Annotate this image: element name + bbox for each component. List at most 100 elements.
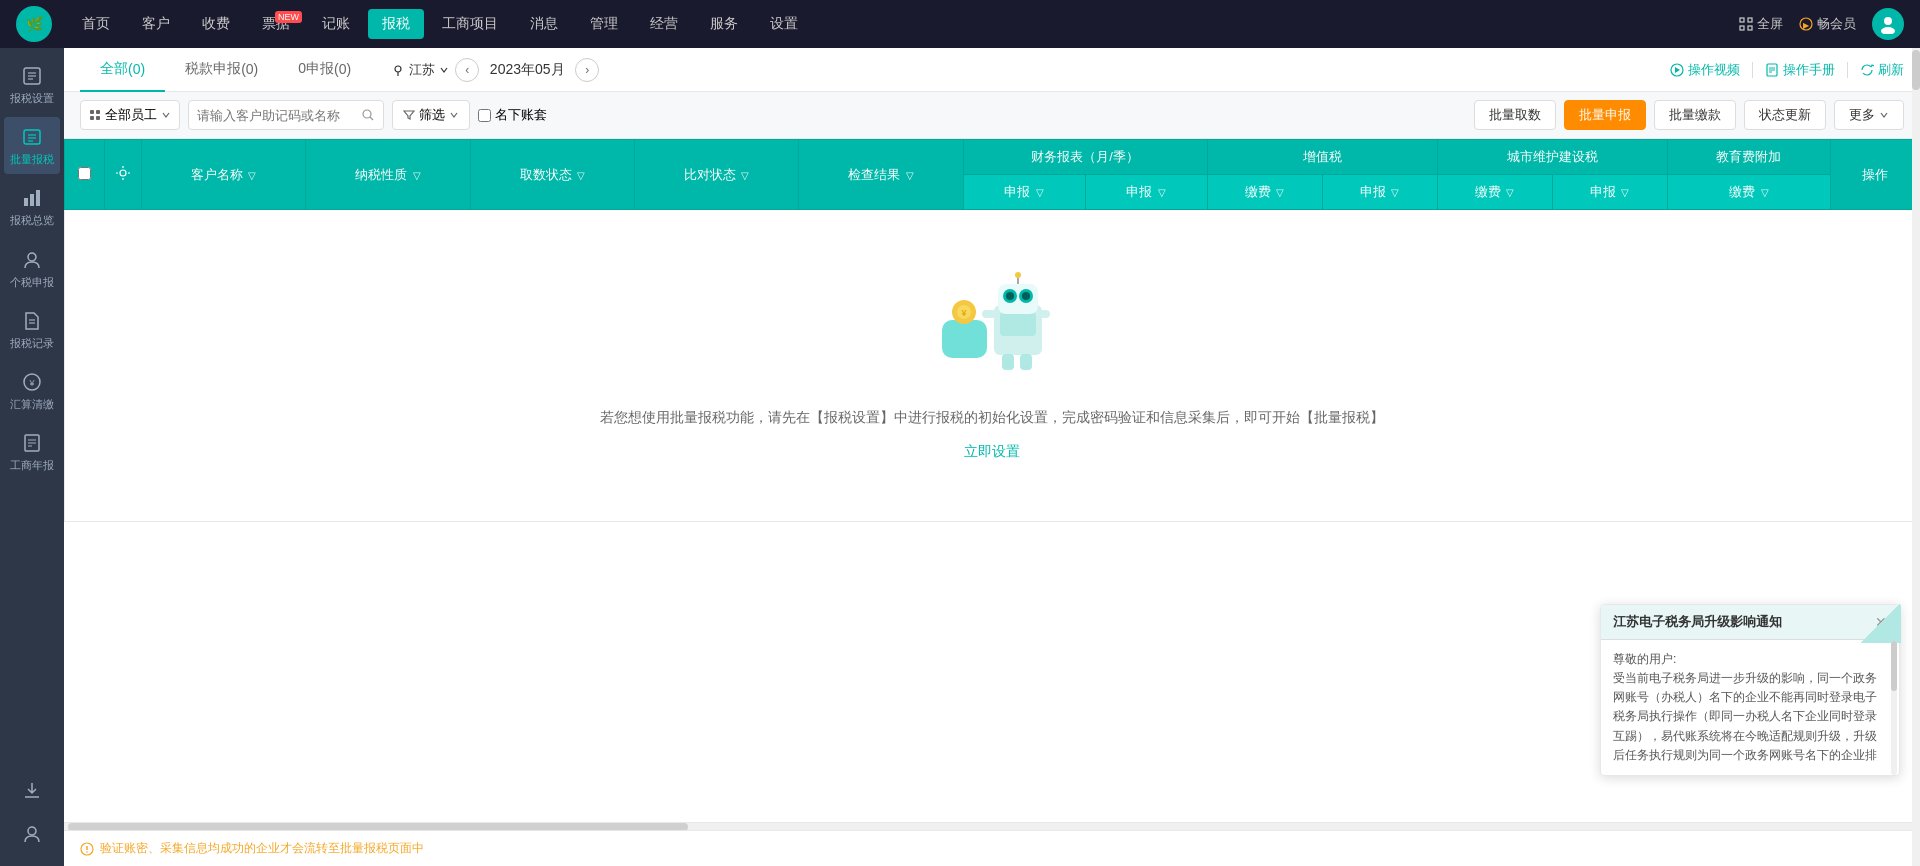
- svg-rect-45: [942, 320, 987, 358]
- sidebar-item-tax-records[interactable]: 报税记录: [4, 301, 60, 358]
- account-checkbox-label[interactable]: 名下账套: [478, 106, 547, 124]
- svg-rect-50: [1000, 312, 1036, 336]
- tab-tax-declare[interactable]: 税款申报(0): [165, 48, 278, 92]
- status-update-btn[interactable]: 状态更新: [1744, 100, 1826, 130]
- notification-body: 尊敬的用户: 受当前电子税务局进一步升级的影响，同一个政务网账号（办税人）名下的…: [1601, 640, 1899, 775]
- nav-customer[interactable]: 客户: [128, 9, 184, 39]
- filter-icon[interactable]: ▽: [741, 170, 749, 181]
- member-btn[interactable]: ▶ 畅会员: [1799, 15, 1856, 33]
- filter-icon[interactable]: ▽: [1036, 187, 1044, 198]
- filter-icon[interactable]: ▽: [1506, 187, 1514, 198]
- action-buttons: 批量取数 批量申报 批量缴款 状态更新 更多: [1474, 100, 1904, 130]
- svg-rect-3: [1748, 18, 1752, 22]
- sidebar-item-download[interactable]: [4, 770, 60, 810]
- notification-greeting: 尊敬的用户:: [1613, 650, 1887, 669]
- next-month-btn[interactable]: ›: [575, 58, 599, 82]
- filter-icon[interactable]: ▽: [577, 170, 585, 181]
- sidebar-item-user[interactable]: [4, 814, 60, 854]
- filter-icon[interactable]: ▽: [1391, 187, 1399, 198]
- col-fetch-status: 取数状态 ▽: [470, 140, 634, 210]
- col-vat-declare: 申报 ▽: [1085, 175, 1207, 210]
- sidebar-item-tax-overview[interactable]: 报税总览: [4, 178, 60, 235]
- svg-rect-61: [1020, 354, 1032, 370]
- page-scrollbar[interactable]: [1912, 48, 1920, 866]
- col-edu-pay: 缴费 ▽: [1667, 175, 1830, 210]
- chevron-down-icon: [161, 110, 171, 120]
- account-checkbox[interactable]: [478, 109, 491, 122]
- sidebar-item-batch-tax[interactable]: 批量报税: [4, 117, 60, 174]
- sidebar-item-settlement[interactable]: ¥ 汇算清缴: [4, 362, 60, 419]
- svg-rect-59: [1040, 310, 1050, 318]
- svg-text:▶: ▶: [1803, 21, 1810, 30]
- notification-content: 受当前电子税务局进一步升级的影响，同一个政务网账号（办税人）名下的企业不能再同时…: [1613, 669, 1887, 765]
- refresh-btn[interactable]: 刷新: [1860, 61, 1904, 79]
- filter-icon[interactable]: ▽: [248, 170, 256, 181]
- chevron-down-icon: [439, 65, 449, 75]
- select-all-checkbox[interactable]: [78, 167, 91, 180]
- nav-operation[interactable]: 经营: [636, 9, 692, 39]
- svg-point-55: [1022, 292, 1030, 300]
- notification-scrollbar[interactable]: [1891, 641, 1897, 775]
- province-selector[interactable]: 江苏: [391, 61, 449, 79]
- filter-button[interactable]: 筛选: [392, 100, 470, 130]
- nav-home[interactable]: 首页: [68, 9, 124, 39]
- sidebar-label: 个税申报: [10, 276, 54, 289]
- col-tax-type: 纳税性质 ▽: [306, 140, 470, 210]
- prev-month-btn[interactable]: ‹: [455, 58, 479, 82]
- tab-all[interactable]: 全部(0): [80, 48, 165, 92]
- user-icon: [20, 822, 44, 846]
- svg-text:🌿: 🌿: [26, 16, 44, 33]
- search-input[interactable]: [197, 108, 357, 123]
- sidebar-label: 报税设置: [10, 92, 54, 105]
- app-logo[interactable]: 🌿: [16, 6, 52, 42]
- sidebar-item-annual-report[interactable]: 工商年报: [4, 423, 60, 480]
- nav-service[interactable]: 服务: [696, 9, 752, 39]
- filter-icon[interactable]: ▽: [1276, 187, 1284, 198]
- top-navigation: 🌿 首页 客户 收费 票据 NEW 记账 报税 工商项目 消息 管理 经营 服务…: [0, 0, 1920, 48]
- fullscreen-btn[interactable]: 全屏: [1739, 15, 1783, 33]
- batch-fetch-btn[interactable]: 批量取数: [1474, 100, 1556, 130]
- video-tutorial-btn[interactable]: 操作视频: [1670, 61, 1740, 79]
- nav-settings[interactable]: 设置: [756, 9, 812, 39]
- nav-manage[interactable]: 管理: [576, 9, 632, 39]
- month-navigation: ‹ 2023年05月 ›: [455, 58, 599, 82]
- svg-rect-19: [30, 194, 34, 206]
- svg-point-44: [120, 170, 126, 176]
- tab-zero-declare[interactable]: 0申报(0): [278, 48, 371, 92]
- warning-text: 验证账密、采集信息均成功的企业才会流转至批量报税页面中: [100, 840, 424, 857]
- svg-point-9: [1881, 27, 1895, 34]
- sidebar-item-personal-tax[interactable]: 个税申报: [4, 240, 60, 297]
- settlement-icon: ¥: [20, 370, 44, 394]
- more-btn[interactable]: 更多: [1834, 100, 1904, 130]
- nav-message[interactable]: 消息: [516, 9, 572, 39]
- batch-pay-btn[interactable]: 批量缴款: [1654, 100, 1736, 130]
- setup-link[interactable]: 立即设置: [964, 443, 1020, 461]
- search-icon[interactable]: [361, 108, 375, 122]
- manual-btn[interactable]: 操作手册: [1765, 61, 1835, 79]
- filter-icon[interactable]: ▽: [906, 170, 914, 181]
- nav-industrial[interactable]: 工商项目: [428, 9, 512, 39]
- col-vat-pay: 缴费 ▽: [1207, 175, 1322, 210]
- tax-records-icon: [20, 309, 44, 333]
- svg-point-64: [86, 851, 88, 853]
- batch-declare-btn[interactable]: 批量申报: [1564, 100, 1646, 130]
- nav-bookkeeping[interactable]: 记账: [308, 9, 364, 39]
- filter-icon[interactable]: ▽: [413, 170, 421, 181]
- divider: [1847, 62, 1848, 78]
- filter-icon[interactable]: ▽: [1621, 187, 1629, 198]
- notification-panel: 江苏电子税务局升级影响通知 ✕ 尊敬的用户: 受当前电子税务局进一步升级的影响，…: [1600, 604, 1900, 776]
- employee-select[interactable]: 全部员工: [80, 100, 180, 130]
- col-compare-status: 比对状态 ▽: [634, 140, 798, 210]
- svg-point-42: [363, 110, 371, 118]
- nav-tax[interactable]: 报税: [368, 9, 424, 39]
- warning-icon: [80, 842, 94, 856]
- sidebar-label: 批量报税: [10, 153, 54, 166]
- filter-icon[interactable]: ▽: [1158, 187, 1166, 198]
- nav-fee[interactable]: 收费: [188, 9, 244, 39]
- sidebar-item-tax-settings[interactable]: 报税设置: [4, 56, 60, 113]
- col-vat: 增值税: [1207, 140, 1437, 175]
- nav-invoice[interactable]: 票据 NEW: [248, 9, 304, 39]
- user-avatar[interactable]: [1872, 8, 1904, 40]
- filter-icon[interactable]: ▽: [1761, 187, 1769, 198]
- settings-icon[interactable]: [115, 165, 131, 181]
